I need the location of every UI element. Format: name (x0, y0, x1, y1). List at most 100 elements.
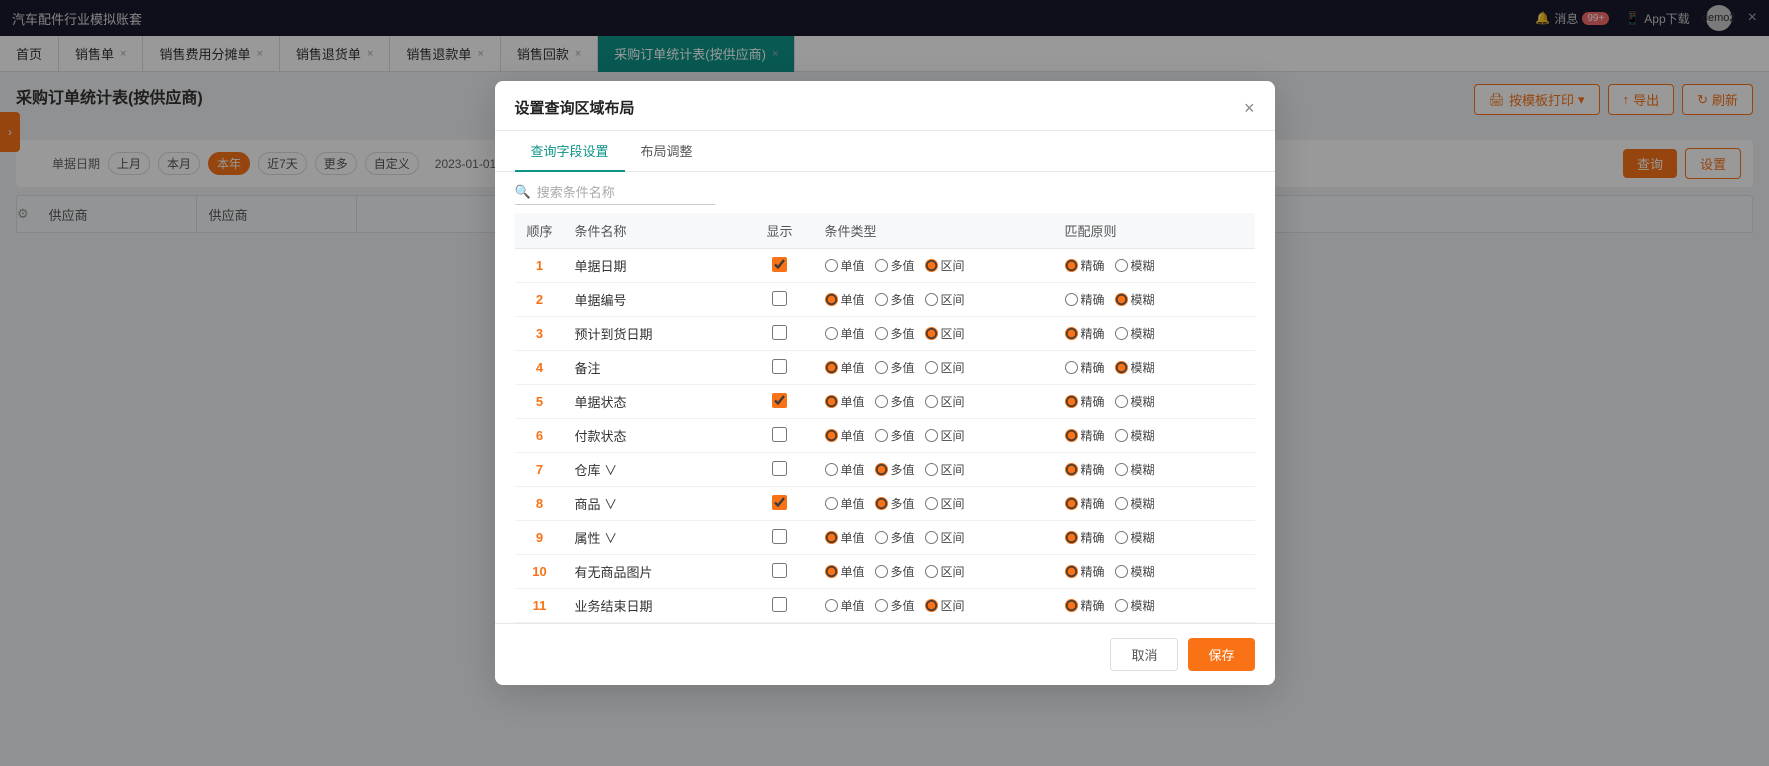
display-checkbox[interactable] (772, 495, 787, 510)
row-display[interactable] (745, 589, 815, 623)
row-display[interactable] (745, 521, 815, 555)
match-radio-option[interactable]: 精确 (1065, 325, 1105, 342)
type-radio-option[interactable]: 单值 (825, 529, 865, 546)
display-checkbox[interactable] (772, 529, 787, 544)
match-radio-option[interactable]: 精确 (1065, 393, 1105, 410)
match-radio-option[interactable]: 模糊 (1115, 325, 1155, 342)
type-radio-option[interactable]: 区间 (925, 291, 965, 308)
display-checkbox[interactable] (772, 427, 787, 442)
match-radio-option[interactable]: 精确 (1065, 257, 1105, 274)
row-display[interactable] (745, 351, 815, 385)
table-row: 11业务结束日期单值多值区间精确模糊 (515, 589, 1255, 623)
type-radio-option[interactable]: 区间 (925, 495, 965, 512)
match-radio-option[interactable]: 模糊 (1115, 495, 1155, 512)
display-checkbox[interactable] (772, 325, 787, 340)
type-radio-option[interactable]: 区间 (925, 325, 965, 342)
type-radio-option[interactable]: 单值 (825, 325, 865, 342)
type-radio-option[interactable]: 多值 (875, 257, 915, 274)
table-row: 6付款状态单值多值区间精确模糊 (515, 419, 1255, 453)
row-match: 精确模糊 (1055, 385, 1255, 419)
type-radio-option[interactable]: 区间 (925, 257, 965, 274)
match-radio-option[interactable]: 精确 (1065, 597, 1105, 614)
type-radio-option[interactable]: 多值 (875, 495, 915, 512)
match-radio-option[interactable]: 模糊 (1115, 529, 1155, 546)
type-radio-option[interactable]: 多值 (875, 359, 915, 376)
type-radio-option[interactable]: 单值 (825, 393, 865, 410)
match-radio-option[interactable]: 精确 (1065, 461, 1105, 478)
row-condition-name: 预计到货日期 (565, 317, 745, 351)
match-radio-option[interactable]: 模糊 (1115, 359, 1155, 376)
match-radio-option[interactable]: 精确 (1065, 427, 1105, 444)
match-radio-option[interactable]: 模糊 (1115, 461, 1155, 478)
type-radio-option[interactable]: 区间 (925, 461, 965, 478)
row-display[interactable] (745, 283, 815, 317)
type-radio-option[interactable]: 单值 (825, 359, 865, 376)
table-row: 4备注单值多值区间精确模糊 (515, 351, 1255, 385)
dialog-tab-layout[interactable]: 布局调整 (625, 131, 709, 172)
type-radio-option[interactable]: 单值 (825, 597, 865, 614)
match-radio-option[interactable]: 精确 (1065, 359, 1105, 376)
display-checkbox[interactable] (772, 393, 787, 408)
type-radio-option[interactable]: 区间 (925, 359, 965, 376)
match-radio-option[interactable]: 模糊 (1115, 563, 1155, 580)
cancel-btn[interactable]: 取消 (1110, 638, 1178, 671)
type-radio-option[interactable]: 多值 (875, 529, 915, 546)
row-condition-name: 仓库 ∨ (565, 453, 745, 487)
match-radio-option[interactable]: 模糊 (1115, 427, 1155, 444)
match-radio-option[interactable]: 精确 (1065, 291, 1105, 308)
row-condition-name: 有无商品图片 (565, 555, 745, 589)
type-radio-option[interactable]: 区间 (925, 563, 965, 580)
row-display[interactable] (745, 555, 815, 589)
table-row: 9属性 ∨单值多值区间精确模糊 (515, 521, 1255, 555)
type-radio-option[interactable]: 多值 (875, 325, 915, 342)
display-checkbox[interactable] (772, 597, 787, 612)
row-condition-name: 单据编号 (565, 283, 745, 317)
search-input[interactable] (537, 185, 707, 200)
row-condition-name: 单据状态 (565, 385, 745, 419)
row-display[interactable] (745, 385, 815, 419)
type-radio-option[interactable]: 多值 (875, 563, 915, 580)
display-checkbox[interactable] (772, 257, 787, 272)
match-radio-option[interactable]: 精确 (1065, 495, 1105, 512)
match-radio-option[interactable]: 精确 (1065, 529, 1105, 546)
type-radio-option[interactable]: 多值 (875, 291, 915, 308)
row-display[interactable] (745, 317, 815, 351)
display-checkbox[interactable] (772, 291, 787, 306)
type-radio-option[interactable]: 多值 (875, 461, 915, 478)
type-radio-option[interactable]: 单值 (825, 427, 865, 444)
type-radio-option[interactable]: 区间 (925, 393, 965, 410)
dialog-close-btn[interactable]: × (1244, 99, 1255, 117)
type-radio-option[interactable]: 单值 (825, 563, 865, 580)
display-checkbox[interactable] (772, 359, 787, 374)
type-radio-option[interactable]: 区间 (925, 529, 965, 546)
type-radio-option[interactable]: 区间 (925, 427, 965, 444)
type-radio-option[interactable]: 区间 (925, 597, 965, 614)
type-radio-option[interactable]: 多值 (875, 393, 915, 410)
table-row: 5单据状态单值多值区间精确模糊 (515, 385, 1255, 419)
col-name: 条件名称 (565, 213, 745, 249)
row-condition-name: 属性 ∨ (565, 521, 745, 555)
row-display[interactable] (745, 453, 815, 487)
type-radio-option[interactable]: 单值 (825, 495, 865, 512)
match-radio-option[interactable]: 模糊 (1115, 257, 1155, 274)
match-radio-option[interactable]: 模糊 (1115, 393, 1155, 410)
type-radio-option[interactable]: 单值 (825, 291, 865, 308)
type-radio-option[interactable]: 多值 (875, 427, 915, 444)
match-radio-option[interactable]: 精确 (1065, 563, 1105, 580)
row-display[interactable] (745, 487, 815, 521)
match-radio-option[interactable]: 模糊 (1115, 291, 1155, 308)
row-order: 4 (515, 351, 565, 385)
save-btn[interactable]: 保存 (1188, 638, 1254, 671)
row-order: 10 (515, 555, 565, 589)
type-radio-option[interactable]: 多值 (875, 597, 915, 614)
match-radio-option[interactable]: 模糊 (1115, 597, 1155, 614)
row-display[interactable] (745, 249, 815, 283)
type-radio-option[interactable]: 单值 (825, 257, 865, 274)
display-checkbox[interactable] (772, 563, 787, 578)
row-display[interactable] (745, 419, 815, 453)
row-type: 单值多值区间 (815, 385, 1055, 419)
row-type: 单值多值区间 (815, 521, 1055, 555)
type-radio-option[interactable]: 单值 (825, 461, 865, 478)
display-checkbox[interactable] (772, 461, 787, 476)
dialog-tab-query[interactable]: 查询字段设置 (515, 131, 625, 172)
